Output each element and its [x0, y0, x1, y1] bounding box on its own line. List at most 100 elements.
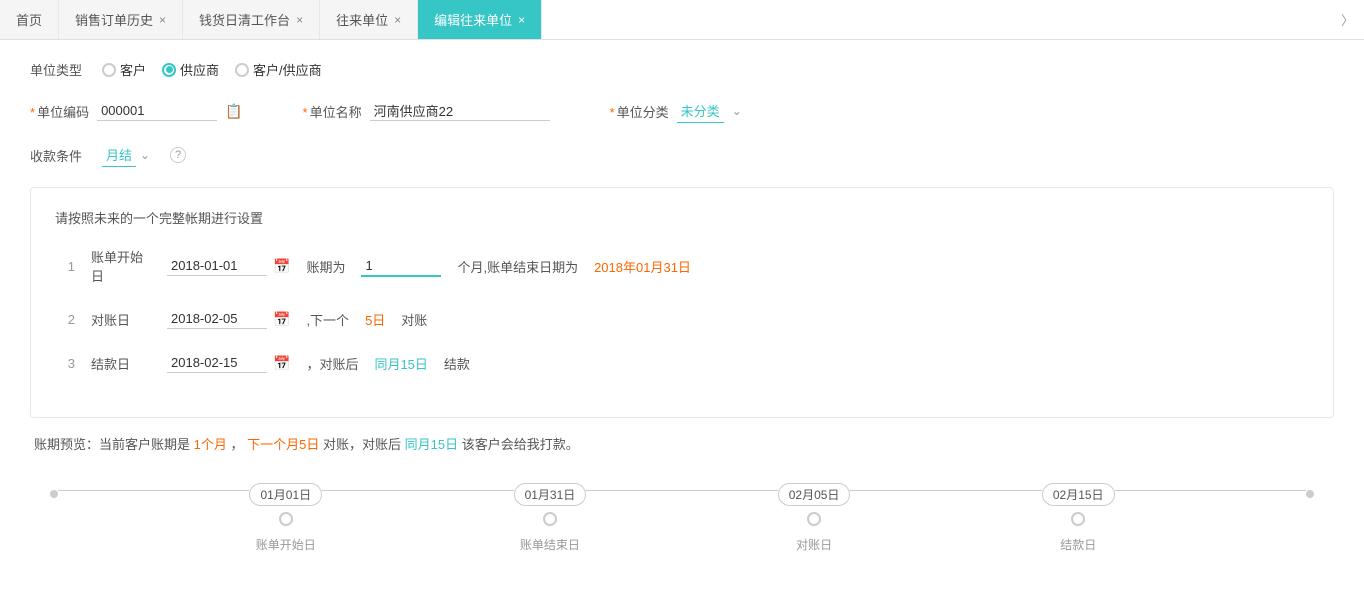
timeline-circle-start [279, 512, 293, 526]
row-3-label: 结款日 [91, 354, 151, 373]
timeline-points: 01月01日 账单开始日 01月31日 账单结束日 02月05日 对账日 [50, 483, 1314, 553]
timeline-circle-end [543, 512, 557, 526]
code-name-category-row: *单位编码 📋 *单位名称 *单位分类 未分类 ⌄ [30, 99, 1334, 123]
timeline-desc-payment: 结款日 [1060, 536, 1096, 553]
timeline-circle-payment [1071, 512, 1085, 526]
row-3-prefix: ，对账后 [306, 354, 358, 373]
tab-sales-history-label: 销售订单历史 [75, 10, 153, 29]
radio-supplier[interactable]: 供应商 [162, 60, 219, 79]
row-2-label: 对账日 [91, 310, 151, 329]
radio-supplier-circle [162, 63, 176, 77]
row-3-calendar-icon[interactable]: 📅 [273, 355, 290, 372]
tab-edit-partner-close[interactable]: × [518, 13, 525, 27]
radio-customer-label: 客户 [120, 60, 146, 79]
tab-cashflow-close[interactable]: × [296, 13, 303, 27]
name-label: *单位名称 [303, 102, 362, 121]
category-field-group: *单位分类 未分类 ⌄ [610, 99, 742, 123]
timeline-segment-2 [586, 490, 777, 491]
tab-partners-label: 往来单位 [336, 10, 388, 29]
payment-help-icon[interactable]: ? [170, 147, 186, 163]
tab-cashflow-label: 钱货日清工作台 [199, 10, 290, 29]
row-3-date-field: 📅 [167, 353, 290, 373]
timeline-point-payment: 02月15日 结款日 [1042, 483, 1115, 553]
payment-label: 收款条件 [30, 146, 82, 165]
preview-p1-suffix: ， [231, 437, 244, 452]
preview-p3-suffix: 该客户会给我打款。 [462, 437, 579, 452]
row-1-num: 1 [55, 259, 75, 274]
tab-sales-history[interactable]: 销售订单历史 × [59, 0, 183, 39]
code-copy-icon[interactable]: 📋 [225, 103, 242, 120]
unit-type-radio-group: 客户 供应商 客户/供应商 [102, 60, 322, 79]
radio-customer[interactable]: 客户 [102, 60, 146, 79]
tab-sales-history-close[interactable]: × [159, 13, 166, 27]
row-1-label: 账单开始日 [91, 247, 151, 285]
row-1-end-date: 2018年01月31日 [594, 257, 691, 276]
payment-row: 收款条件 月结 ⌄ ? [30, 143, 1334, 167]
tab-bar: 首页 销售订单历史 × 钱货日清工作台 × 往来单位 × 编辑往来单位 × 〉 [0, 0, 1364, 40]
timeline-label-end: 01月31日 [514, 483, 587, 506]
tab-home-label: 首页 [16, 10, 42, 29]
timeline-segment-1 [322, 490, 513, 491]
setting-row-1: 1 账单开始日 📅 账期为 个月,账单结束日期为 2018年01月31日 [55, 247, 1309, 285]
tab-partners[interactable]: 往来单位 × [320, 0, 418, 39]
preview-label: 账期预览：当前客户账期是 [34, 437, 190, 452]
row-3-date-input[interactable] [167, 353, 267, 373]
code-required-star: * [30, 105, 35, 120]
timeline-label-payment: 02月15日 [1042, 483, 1115, 506]
code-label: *单位编码 [30, 102, 89, 121]
row-2-date-field: 📅 [167, 309, 290, 329]
preview-section: 账期预览：当前客户账期是 1个月 ， 下一个月5日 对账，对账后 同月15日 该… [30, 434, 1334, 453]
unit-type-row: 单位类型 客户 供应商 客户/供应商 [30, 60, 1334, 79]
category-select-value[interactable]: 未分类 [677, 99, 724, 123]
category-chevron-icon[interactable]: ⌄ [732, 104, 742, 118]
radio-both-circle [235, 63, 249, 77]
tab-expand-button[interactable]: 〉 [1331, 0, 1364, 39]
name-input[interactable] [370, 101, 550, 121]
radio-both[interactable]: 客户/供应商 [235, 60, 322, 79]
preview-p1: 1个月 [194, 437, 227, 452]
row-2-prefix: ,下一个 [306, 310, 349, 329]
setting-row-3: 3 结款日 📅 ，对账后 同月15日 结款 [55, 353, 1309, 373]
row-2-date-input[interactable] [167, 309, 267, 329]
timeline-left-dot [50, 490, 58, 498]
payment-select-value[interactable]: 月结 [102, 143, 136, 167]
radio-both-label: 客户/供应商 [253, 60, 322, 79]
row-1-date-field: 📅 [167, 256, 290, 276]
timeline-desc-end: 账单结束日 [520, 536, 580, 553]
timeline-desc-reconcile: 对账日 [796, 536, 832, 553]
tab-cashflow[interactable]: 钱货日清工作台 × [183, 0, 320, 39]
row-3-suffix: 结款 [444, 354, 470, 373]
payment-chevron-icon[interactable]: ⌄ [140, 148, 150, 162]
panel-instruction: 请按照未来的一个完整帐期进行设置 [55, 208, 1309, 227]
timeline-circle-reconcile [807, 512, 821, 526]
row-2-highlight: 5日 [365, 310, 385, 329]
period-input[interactable] [361, 256, 441, 277]
timeline-point-start: 01月01日 账单开始日 [249, 483, 322, 553]
timeline-label-start: 01月01日 [249, 483, 322, 506]
preview-p2: 下一个月5日 [247, 437, 319, 452]
timeline-desc-start: 账单开始日 [256, 536, 316, 553]
row-1-period-suffix: 个月,账单结束日期为 [457, 257, 578, 276]
row-1-calendar-icon[interactable]: 📅 [273, 258, 290, 275]
preview-p3: 同月15日 [405, 437, 458, 452]
row-1-period-prefix: 账期为 [306, 257, 345, 276]
tab-edit-partner-label: 编辑往来单位 [434, 10, 512, 29]
row-2-calendar-icon[interactable]: 📅 [273, 311, 290, 328]
category-required-star: * [610, 105, 615, 120]
row-2-num: 2 [55, 312, 75, 327]
timeline-segment-0 [58, 490, 249, 491]
radio-supplier-dot [166, 66, 173, 73]
tab-partners-close[interactable]: × [394, 13, 401, 27]
row-1-date-input[interactable] [167, 256, 267, 276]
payment-select-group: 月结 ⌄ [102, 143, 150, 167]
code-input[interactable] [97, 101, 217, 121]
settings-panel: 请按照未来的一个完整帐期进行设置 1 账单开始日 📅 账期为 个月,账单结束日期… [30, 187, 1334, 418]
content-area: 单位类型 客户 供应商 客户/供应商 *单位编码 📋 [0, 40, 1364, 608]
row-2-suffix: 对账 [401, 310, 427, 329]
tab-home[interactable]: 首页 [0, 0, 59, 39]
tab-edit-partner[interactable]: 编辑往来单位 × [418, 0, 542, 39]
code-field-group: *单位编码 📋 [30, 101, 243, 121]
row-3-highlight: 同月15日 [374, 354, 427, 373]
timeline-segment-4 [1115, 490, 1306, 491]
radio-supplier-label: 供应商 [180, 60, 219, 79]
